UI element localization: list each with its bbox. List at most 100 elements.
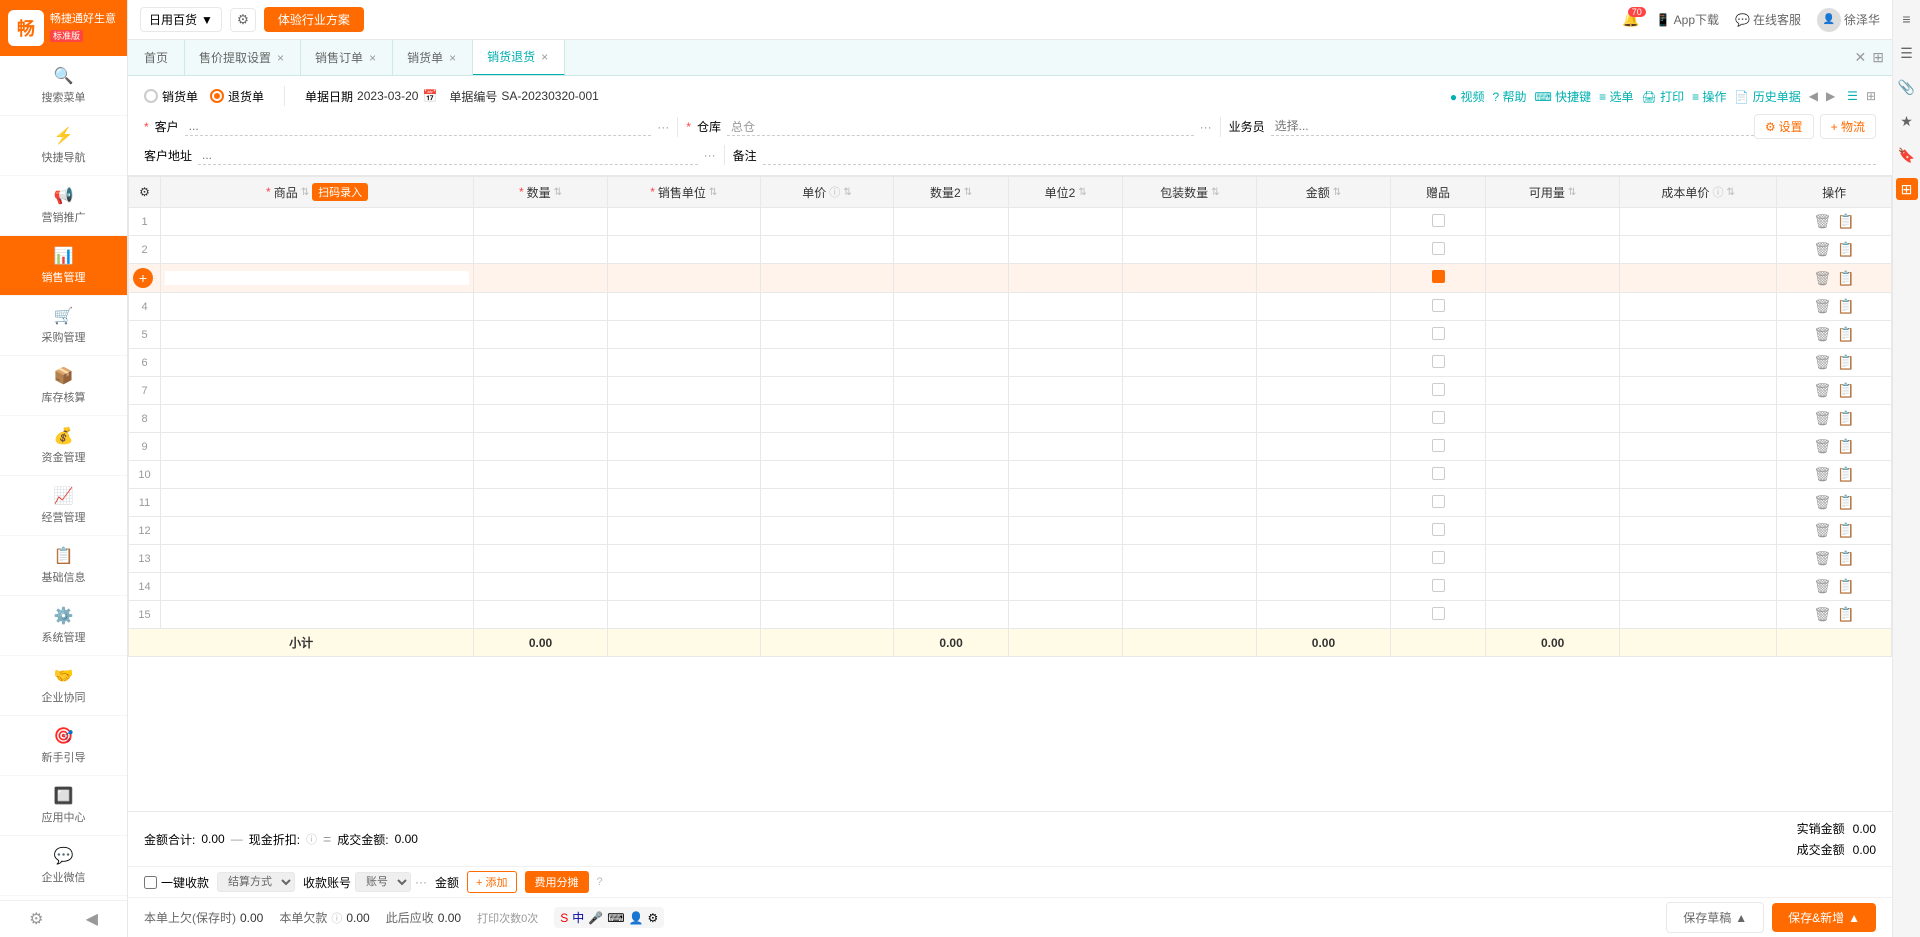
cell-1-3[interactable]	[894, 208, 1009, 236]
cell-12-4[interactable]	[1008, 517, 1123, 545]
user-area[interactable]: 👤 徐泽华	[1817, 8, 1880, 32]
product-cell-9[interactable]	[161, 433, 474, 461]
action-history[interactable]: 📄 历史单据	[1734, 88, 1800, 105]
action-shortcut[interactable]: ⌨ 快捷键	[1535, 88, 1592, 105]
person-icon-btn[interactable]: 👤	[629, 911, 644, 925]
gift-checkbox-3[interactable]	[1432, 270, 1445, 283]
cell-6-1[interactable]	[607, 349, 760, 377]
right-panel-icon1[interactable]: ≡	[1896, 8, 1918, 30]
gift-cell-12[interactable]	[1390, 517, 1485, 545]
tab-sales-order[interactable]: 销售订单 ×	[301, 40, 393, 76]
cell-15-1[interactable]	[607, 601, 760, 629]
gift-cell-2[interactable]	[1390, 236, 1485, 264]
cell-2-3[interactable]	[894, 236, 1009, 264]
delete-row-btn-15[interactable]: 🗑	[1814, 606, 1832, 623]
gift-cell-8[interactable]	[1390, 405, 1485, 433]
gift-cell-14[interactable]	[1390, 573, 1485, 601]
tab-close-all-btn[interactable]: ✕	[1855, 49, 1867, 66]
cell-14-4[interactable]	[1008, 573, 1123, 601]
add-row-btn[interactable]: +	[133, 268, 153, 288]
cell-8-0[interactable]	[474, 405, 608, 433]
product-cell-4[interactable]	[161, 293, 474, 321]
one-click-payment-label[interactable]: 一键收款	[144, 874, 209, 891]
copy-row-btn-2[interactable]: 📋	[1837, 241, 1854, 258]
copy-row-btn-8[interactable]: 📋	[1837, 410, 1854, 427]
sidebar-item-finance[interactable]: 💰 资金管理	[0, 416, 127, 476]
cash-discount-info-icon[interactable]: ⓘ	[306, 831, 317, 847]
gift-cell-3[interactable]	[1390, 264, 1485, 293]
notification-btn[interactable]: 🔔 70	[1622, 11, 1639, 28]
cell-1-2[interactable]	[760, 208, 894, 236]
right-panel-icon6[interactable]: ⊞	[1896, 178, 1918, 200]
view-toggle-grid[interactable]: ⊞	[1866, 89, 1876, 103]
cell-1-0[interactable]	[474, 208, 608, 236]
sort-cost-icon[interactable]: ⇅	[1726, 187, 1734, 198]
cell-10-3[interactable]	[894, 461, 1009, 489]
try-solution-btn[interactable]: 体验行业方案	[264, 7, 364, 32]
sort-price-icon[interactable]: ⇅	[843, 187, 851, 198]
sort-avail-icon[interactable]: ⇅	[1568, 187, 1576, 198]
radio-sales-bill[interactable]: 销货单	[144, 88, 198, 105]
product-cell-1[interactable]	[161, 208, 474, 236]
copy-row-btn-12[interactable]: 📋	[1837, 522, 1854, 539]
cell-1-1[interactable]	[607, 208, 760, 236]
address-dots[interactable]: ···	[704, 148, 716, 162]
gift-checkbox-8[interactable]	[1432, 411, 1445, 424]
copy-row-btn-4[interactable]: 📋	[1837, 298, 1854, 315]
cell-11-1[interactable]	[607, 489, 760, 517]
gift-cell-11[interactable]	[1390, 489, 1485, 517]
copy-row-btn-1[interactable]: 📋	[1837, 213, 1854, 230]
sort-unit2-icon[interactable]: ⇅	[1078, 187, 1086, 198]
product-cell-6[interactable]	[161, 349, 474, 377]
gift-cell-13[interactable]	[1390, 545, 1485, 573]
tab-close-sales-order[interactable]: ×	[367, 51, 378, 65]
product-cell-15[interactable]	[161, 601, 474, 629]
cell-13-0[interactable]	[474, 545, 608, 573]
product-cell-12[interactable]	[161, 517, 474, 545]
cell-15-3[interactable]	[894, 601, 1009, 629]
sort-product-icon[interactable]: ⇅	[301, 187, 309, 198]
delete-row-btn-5[interactable]: 🗑	[1814, 326, 1832, 343]
warehouse-dots[interactable]: ···	[1200, 120, 1212, 134]
cell-13-5[interactable]	[1123, 545, 1257, 573]
category-select[interactable]: 日用百货 ▼	[140, 7, 222, 32]
action-select[interactable]: ≡ 选单	[1599, 88, 1633, 105]
product-cell-13[interactable]	[161, 545, 474, 573]
address-input[interactable]	[198, 146, 698, 165]
delete-row-btn-3[interactable]: 🗑	[1814, 270, 1832, 287]
cell-4-2[interactable]	[760, 293, 894, 321]
product-input-3[interactable]	[165, 271, 469, 285]
cell-9-3[interactable]	[894, 433, 1009, 461]
cell-14-5[interactable]	[1123, 573, 1257, 601]
cell-8-1[interactable]	[607, 405, 760, 433]
delete-row-btn-13[interactable]: 🗑	[1814, 550, 1832, 567]
tab-close-sales-return[interactable]: ×	[539, 50, 550, 64]
cell-8-3[interactable]	[894, 405, 1009, 433]
cell-9-1[interactable]	[607, 433, 760, 461]
cell-10-1[interactable]	[607, 461, 760, 489]
action-video[interactable]: ● 视频	[1450, 88, 1485, 105]
warehouse-input[interactable]	[727, 117, 1194, 136]
sidebar-item-sales[interactable]: 📊 销售管理	[0, 236, 127, 296]
gift-checkbox-14[interactable]	[1432, 579, 1445, 592]
cell-13-4[interactable]	[1008, 545, 1123, 573]
calc-method-select[interactable]: 结算方式	[217, 872, 295, 892]
right-panel-icon3[interactable]: 📎	[1896, 76, 1918, 98]
tab-more-btn[interactable]: ⊞	[1872, 49, 1884, 66]
cell-1-4[interactable]	[1008, 208, 1123, 236]
gift-checkbox-1[interactable]	[1432, 214, 1445, 227]
customer-dots[interactable]: ···	[657, 120, 669, 134]
sort-unit-icon[interactable]: ⇅	[709, 187, 717, 198]
gift-checkbox-11[interactable]	[1432, 495, 1445, 508]
cell-13-3[interactable]	[894, 545, 1009, 573]
tab-sales-return[interactable]: 销货退货 ×	[473, 40, 565, 76]
cell-11-5[interactable]	[1123, 489, 1257, 517]
sidebar-item-basic[interactable]: 📋 基础信息	[0, 536, 127, 596]
cell-2-1[interactable]	[607, 236, 760, 264]
cell-11-2[interactable]	[760, 489, 894, 517]
cell-3-3[interactable]	[894, 264, 1009, 293]
delete-row-btn-4[interactable]: 🗑	[1814, 298, 1832, 315]
account-select[interactable]: 账号	[355, 872, 411, 892]
delete-row-btn-10[interactable]: 🗑	[1814, 466, 1832, 483]
save-new-btn[interactable]: 保存&新增 ▲	[1772, 903, 1876, 932]
